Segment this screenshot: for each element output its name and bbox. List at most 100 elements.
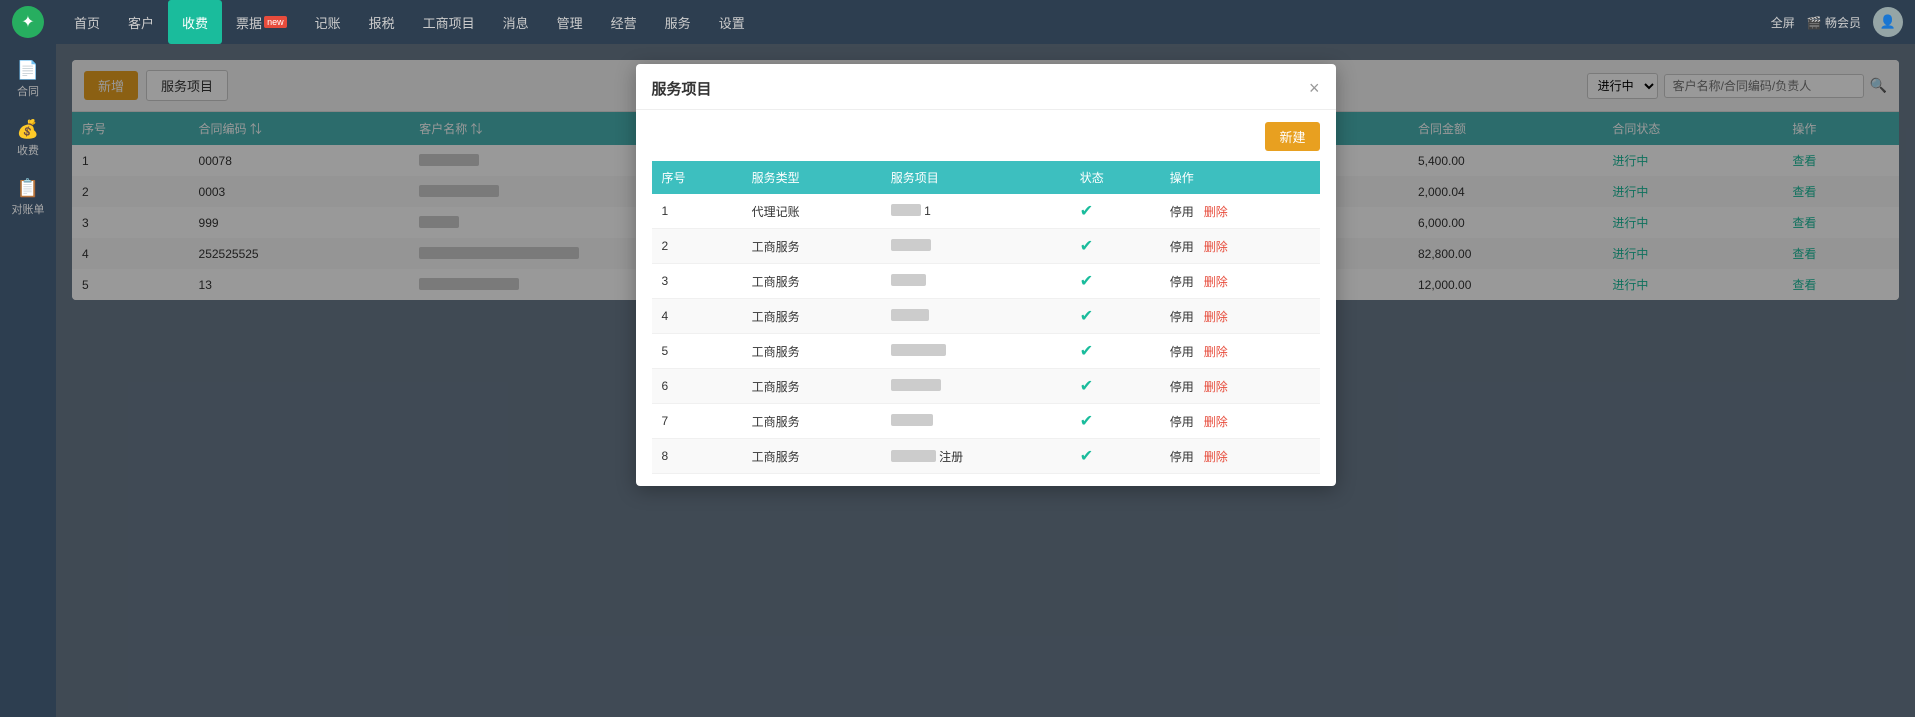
sidebar-item-label-duizhang: 对账单 [12, 201, 45, 217]
delete-button[interactable]: 删除 [1204, 205, 1228, 219]
modal-cell-item [881, 229, 1070, 264]
nav-shezhi[interactable]: 设置 [705, 0, 759, 44]
modal-cell-actions: 停用 删除 [1160, 334, 1320, 369]
modal-cell-actions: 停用 删除 [1160, 299, 1320, 334]
modal-col-item: 服务项目 [881, 161, 1070, 194]
list-item: 2 工商服务 ✔ 停用 删除 [652, 229, 1320, 264]
stop-button[interactable]: 停用 [1170, 345, 1194, 359]
modal-header: 服务项目 × [636, 64, 1336, 110]
modal-cell-status: ✔ [1070, 264, 1160, 299]
delete-button[interactable]: 删除 [1204, 450, 1228, 464]
contract-icon: 📄 [17, 60, 39, 81]
list-item: 6 工商服务 ✔ 停用 删除 [652, 369, 1320, 404]
modal-cell-type: 代理记账 [742, 194, 881, 229]
nav-baoshui[interactable]: 报税 [355, 0, 409, 44]
delete-button[interactable]: 删除 [1204, 345, 1228, 359]
nav-home[interactable]: 首页 [60, 0, 114, 44]
modal-cell-item [881, 299, 1070, 334]
stop-button[interactable]: 停用 [1170, 450, 1194, 464]
fullscreen-icon[interactable]: 全屏 [1771, 14, 1795, 31]
list-item: 8 工商服务 注册 ✔ 停用 删除 [652, 439, 1320, 474]
modal-cell-actions: 停用 删除 [1160, 229, 1320, 264]
modal-cell-type: 工商服务 [742, 439, 881, 474]
sidebar-item-label-shoufei: 收费 [17, 142, 39, 158]
sidebar-item-label-hetong: 合同 [17, 83, 39, 99]
modal-cell-no: 2 [652, 229, 742, 264]
stop-button[interactable]: 停用 [1170, 275, 1194, 289]
main-layout: 📄 合同 💰 收费 📋 对账单 新增 服务项目 进行中 全部 已结束 [0, 44, 1915, 717]
delete-button[interactable]: 删除 [1204, 275, 1228, 289]
modal-cell-status: ✔ [1070, 299, 1160, 334]
modal-cell-status: ✔ [1070, 439, 1160, 474]
modal-cell-actions: 停用 删除 [1160, 369, 1320, 404]
service-items-table: 序号 服务类型 服务项目 状态 操作 1 代理记账 1 ✔ 停用 删除 [652, 161, 1320, 474]
modal-cell-item [881, 369, 1070, 404]
list-item: 3 工商服务 ✔ 停用 删除 [652, 264, 1320, 299]
main-content: 新增 服务项目 进行中 全部 已结束 🔍 序号 合同编码 [56, 44, 1915, 717]
modal-cell-actions: 停用 删除 [1160, 439, 1320, 474]
modal-cell-type: 工商服务 [742, 229, 881, 264]
member-label[interactable]: 🎬 畅会员 [1807, 14, 1861, 31]
modal-cell-actions: 停用 删除 [1160, 194, 1320, 229]
stop-button[interactable]: 停用 [1170, 380, 1194, 394]
modal-table-scroll[interactable]: 序号 服务类型 服务项目 状态 操作 1 代理记账 1 ✔ 停用 删除 [652, 161, 1320, 474]
sidebar-item-hetong[interactable]: 📄 合同 [2, 52, 54, 107]
modal-cell-actions: 停用 删除 [1160, 404, 1320, 439]
nav-gongshang[interactable]: 工商项目 [409, 0, 489, 44]
service-modal: 服务项目 × 新建 序号 服务类型 服务项目 [636, 64, 1336, 486]
list-item: 1 代理记账 1 ✔ 停用 删除 [652, 194, 1320, 229]
modal-cell-status: ✔ [1070, 334, 1160, 369]
modal-cell-item: 注册 [881, 439, 1070, 474]
new-badge: new [264, 16, 287, 28]
nav-guanli[interactable]: 管理 [543, 0, 597, 44]
stop-button[interactable]: 停用 [1170, 310, 1194, 324]
nav-piaoju[interactable]: 票据 new [222, 0, 301, 44]
modal-cell-no: 4 [652, 299, 742, 334]
modal-new-button[interactable]: 新建 [1265, 122, 1319, 151]
modal-cell-status: ✔ [1070, 404, 1160, 439]
modal-cell-actions: 停用 删除 [1160, 264, 1320, 299]
modal-cell-no: 3 [652, 264, 742, 299]
modal-cell-item: 1 [881, 194, 1070, 229]
app-logo: ✦ [12, 6, 44, 38]
stop-button[interactable]: 停用 [1170, 240, 1194, 254]
nav-shoufe[interactable]: 收费 [168, 0, 222, 44]
sidebar-item-shoufei[interactable]: 💰 收费 [2, 111, 54, 166]
modal-cell-type: 工商服务 [742, 299, 881, 334]
modal-cell-no: 1 [652, 194, 742, 229]
modal-toolbar: 新建 [652, 122, 1320, 151]
sidebar-item-duizhang[interactable]: 📋 对账单 [2, 170, 54, 225]
delete-button[interactable]: 删除 [1204, 380, 1228, 394]
modal-cell-status: ✔ [1070, 194, 1160, 229]
modal-cell-item [881, 264, 1070, 299]
modal-cell-type: 工商服务 [742, 369, 881, 404]
delete-button[interactable]: 删除 [1204, 310, 1228, 324]
nav-fuwu[interactable]: 服务 [651, 0, 705, 44]
nav-xiaoxi[interactable]: 消息 [489, 0, 543, 44]
modal-cell-status: ✔ [1070, 369, 1160, 404]
modal-col-status: 状态 [1070, 161, 1160, 194]
top-navigation: ✦ 首页 客户 收费 票据 new 记账 报税 工商项目 消息 管理 经营 服务… [0, 0, 1915, 44]
list-item: 4 工商服务 ✔ 停用 删除 [652, 299, 1320, 334]
delete-button[interactable]: 删除 [1204, 415, 1228, 429]
modal-cell-no: 5 [652, 334, 742, 369]
modal-col-type: 服务类型 [742, 161, 881, 194]
nav-jizhang[interactable]: 记账 [301, 0, 355, 44]
modal-overlay: 服务项目 × 新建 序号 服务类型 服务项目 [56, 44, 1915, 717]
delete-button[interactable]: 删除 [1204, 240, 1228, 254]
stop-button[interactable]: 停用 [1170, 205, 1194, 219]
modal-col-no: 序号 [652, 161, 742, 194]
stop-button[interactable]: 停用 [1170, 415, 1194, 429]
list-item: 7 工商服务 ✔ 停用 删除 [652, 404, 1320, 439]
top-right-tools: 全屏 🎬 畅会员 👤 [1771, 7, 1903, 37]
modal-cell-item [881, 404, 1070, 439]
user-avatar[interactable]: 👤 [1873, 7, 1903, 37]
modal-body: 新建 序号 服务类型 服务项目 状态 操作 [636, 110, 1336, 486]
modal-cell-no: 7 [652, 404, 742, 439]
modal-cell-type: 工商服务 [742, 264, 881, 299]
sidebar: 📄 合同 💰 收费 📋 对账单 [0, 44, 56, 717]
nav-customer[interactable]: 客户 [114, 0, 168, 44]
modal-close-button[interactable]: × [1309, 78, 1320, 99]
list-item: 5 工商服务 ✔ 停用 删除 [652, 334, 1320, 369]
nav-jingying[interactable]: 经营 [597, 0, 651, 44]
